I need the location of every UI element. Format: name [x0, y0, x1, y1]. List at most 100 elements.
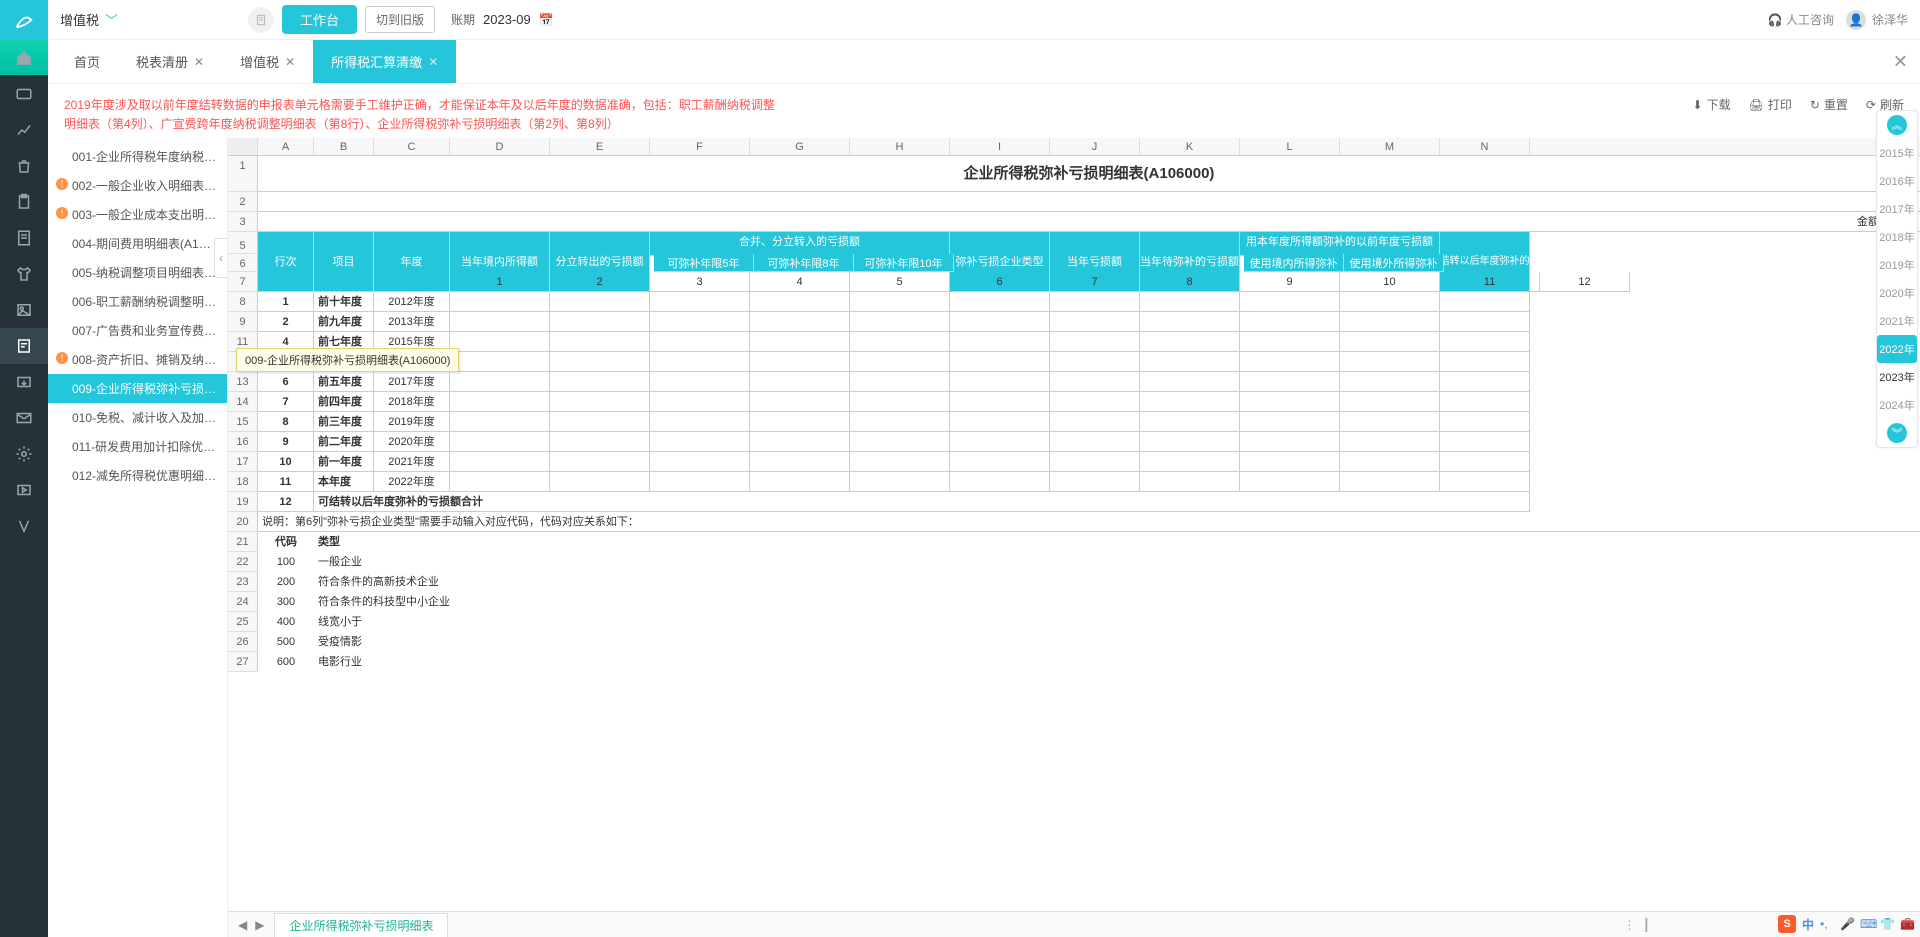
user-name: 徐泽华 — [1872, 11, 1908, 28]
table-row[interactable]: 13 6 前五年度 2017年度 — [228, 372, 1920, 392]
nav-settings-icon[interactable] — [0, 436, 48, 472]
nav-card-icon[interactable] — [0, 76, 48, 112]
close-icon[interactable]: ✕ — [285, 55, 295, 69]
year-option[interactable]: 2022年 — [1877, 335, 1917, 363]
form-item[interactable]: 010-免税、减计收入及加计… — [48, 403, 227, 432]
close-icon[interactable]: ✕ — [428, 55, 438, 69]
sheet-tab[interactable]: 企业所得税弥补亏损明细表 — [274, 913, 448, 937]
grid-body[interactable]: 1企业所得税弥补亏损明细表(A106000) 2 3金额单位： 4 行次 项目 … — [228, 156, 1920, 911]
reset-button[interactable]: ↻ 重置 — [1810, 96, 1848, 113]
ime-tool-icon[interactable]: 🧰 — [1900, 917, 1914, 931]
ime-keyboard-icon[interactable]: ⌨ — [1860, 917, 1874, 931]
nav-chart-icon[interactable] — [0, 112, 48, 148]
nav-home-icon[interactable] — [0, 40, 48, 76]
ime-mic-icon[interactable]: 🎤 — [1840, 917, 1854, 931]
main-area: 增值税 ﹀ 工作台 切到旧版 账期 2023-09 📅 🎧 人工咨询 👤 徐泽华… — [48, 0, 1920, 937]
nav-export-icon[interactable] — [0, 364, 48, 400]
notice-text: 2019年度涉及取以前年度结转数据的申报表单元格需要手工维护正确，才能保证本年及… — [64, 96, 784, 134]
form-list: 001-企业所得税年度纳税申… 002-一般企业收入明细表(A1… 003-一般… — [48, 138, 228, 937]
print-button[interactable]: 🖨 打印 — [1749, 96, 1792, 113]
spreadsheet: ⤢ 009-企业所得税弥补亏损明细表(A106000) A B C D E F … — [228, 138, 1920, 937]
year-down-icon[interactable]: ︾ — [1887, 423, 1907, 443]
ime-skin-icon[interactable]: 👕 — [1880, 917, 1894, 931]
form-item[interactable]: 006-职工薪酬纳税调整明细… — [48, 287, 227, 316]
table-row[interactable]: 17 10 前一年度 2021年度 — [228, 452, 1920, 472]
column-headers: A B C D E F G H I J K L M N — [228, 138, 1920, 156]
year-option[interactable]: 2024年 — [1877, 391, 1917, 419]
sheet-nav[interactable]: ◀▶ — [236, 918, 266, 932]
period-label: 账期 — [451, 11, 475, 28]
year-option[interactable]: 2016年 — [1877, 167, 1917, 195]
notice-bar: 2019年度涉及取以前年度结转数据的申报表单元格需要手工维护正确，才能保证本年及… — [48, 84, 1920, 138]
consult-link[interactable]: 🎧 人工咨询 — [1768, 11, 1834, 28]
switch-old-button[interactable]: 切到旧版 — [365, 6, 435, 33]
ime-punct-icon[interactable]: •, — [1820, 917, 1834, 931]
circle-icon-button[interactable] — [248, 7, 274, 33]
nav-tax-icon[interactable] — [0, 328, 48, 364]
nav-v-icon[interactable] — [0, 508, 48, 544]
tab-home[interactable]: 首页 — [56, 40, 118, 83]
ime-lang[interactable]: 中 — [1802, 916, 1814, 933]
nav-image-icon[interactable] — [0, 292, 48, 328]
period-value[interactable]: 2023-09 — [483, 12, 531, 27]
ime-logo-icon[interactable]: S — [1778, 915, 1796, 933]
tab-tax-list[interactable]: 税表清册✕ — [118, 40, 222, 83]
tax-type-dropdown[interactable]: 增值税 ﹀ — [60, 10, 240, 29]
nav-clipboard-icon[interactable] — [0, 184, 48, 220]
chevron-down-icon: ﹀ — [105, 10, 118, 29]
table-row[interactable]: 8 1 前十年度 2012年度 — [228, 292, 1920, 312]
top-header: 增值税 ﹀ 工作台 切到旧版 账期 2023-09 📅 🎧 人工咨询 👤 徐泽华 — [48, 0, 1920, 40]
form-item[interactable]: 005-纳税调整项目明细表(A1… — [48, 258, 227, 287]
table-row[interactable]: 9 2 前九年度 2013年度 — [228, 312, 1920, 332]
table-row[interactable]: 12 5 前六年度 2016年度 — [228, 352, 1920, 372]
year-option[interactable]: 2017年 — [1877, 195, 1917, 223]
year-up-icon[interactable]: ︽ — [1887, 115, 1907, 135]
nav-video-icon[interactable] — [0, 472, 48, 508]
tab-vat[interactable]: 增值税✕ — [222, 40, 313, 83]
form-item[interactable]: 002-一般企业收入明细表(A1… — [48, 171, 227, 200]
year-option[interactable]: 2015年 — [1877, 139, 1917, 167]
form-item[interactable]: 003-一般企业成本支出明细… — [48, 200, 227, 229]
unit-label: 金额单位： — [258, 212, 1920, 232]
download-button[interactable]: ⬇ 下载 — [1693, 96, 1731, 113]
close-all-tabs-icon[interactable]: ✕ — [1893, 51, 1908, 72]
form-item[interactable]: 012-减免所得税优惠明细表(… — [48, 461, 227, 490]
table-row[interactable]: 15 8 前三年度 2019年度 — [228, 412, 1920, 432]
tab-income-tax-settle[interactable]: 所得税汇算清缴✕ — [313, 40, 456, 83]
user-menu[interactable]: 👤 徐泽华 — [1846, 10, 1908, 30]
code-row: 25400线宽小于 — [228, 612, 1920, 632]
nav-shirt-icon[interactable] — [0, 256, 48, 292]
nav-doc-icon[interactable] — [0, 220, 48, 256]
form-item[interactable]: 004-期间费用明细表(A1040… — [48, 229, 227, 258]
code-row: 24300符合条件的科技型中小企业 — [228, 592, 1920, 612]
nav-bag-icon[interactable] — [0, 148, 48, 184]
app-logo[interactable] — [0, 0, 48, 40]
ime-bar: S 中 •, 🎤 ⌨ 👕 🧰 — [1778, 915, 1914, 933]
code-row: 26500受疫情影 — [228, 632, 1920, 652]
workspace-button[interactable]: 工作台 — [282, 5, 357, 34]
toolbar-actions: ⬇ 下载 🖨 打印 ↻ 重置 ⟳ 刷新 — [1693, 96, 1904, 113]
year-option[interactable]: 2021年 — [1877, 307, 1917, 335]
table-row[interactable]: 16 9 前二年度 2020年度 — [228, 432, 1920, 452]
year-option[interactable]: 2018年 — [1877, 223, 1917, 251]
avatar-icon: 👤 — [1846, 10, 1866, 30]
table-row[interactable]: 14 7 前四年度 2018年度 — [228, 392, 1920, 412]
collapse-panel-icon[interactable]: ‹ — [214, 238, 228, 278]
close-icon[interactable]: ✕ — [194, 55, 204, 69]
year-option[interactable]: 2023年 — [1877, 363, 1917, 391]
table-row[interactable]: 18 11 本年度 2022年度 — [228, 472, 1920, 492]
left-sidebar — [0, 0, 48, 937]
form-item[interactable]: 001-企业所得税年度纳税申… — [48, 142, 227, 171]
calendar-icon[interactable]: 📅 — [539, 13, 554, 27]
code-row: 23200符合条件的高新技术企业 — [228, 572, 1920, 592]
form-item[interactable]: 008-资产折旧、摊销及纳税… — [48, 345, 227, 374]
code-row: 22100一般企业 — [228, 552, 1920, 572]
year-option[interactable]: 2020年 — [1877, 279, 1917, 307]
form-item[interactable]: 009-企业所得税弥补亏损明… — [48, 374, 227, 403]
year-option[interactable]: 2019年 — [1877, 251, 1917, 279]
form-item[interactable]: 011-研发费用加计扣除优惠… — [48, 432, 227, 461]
form-item[interactable]: 007-广告费和业务宣传费跨… — [48, 316, 227, 345]
nav-mail-icon[interactable] — [0, 400, 48, 436]
table-row[interactable]: 11 4 前七年度 2015年度 — [228, 332, 1920, 352]
sheet-title: 企业所得税弥补亏损明细表(A106000) — [258, 156, 1920, 192]
